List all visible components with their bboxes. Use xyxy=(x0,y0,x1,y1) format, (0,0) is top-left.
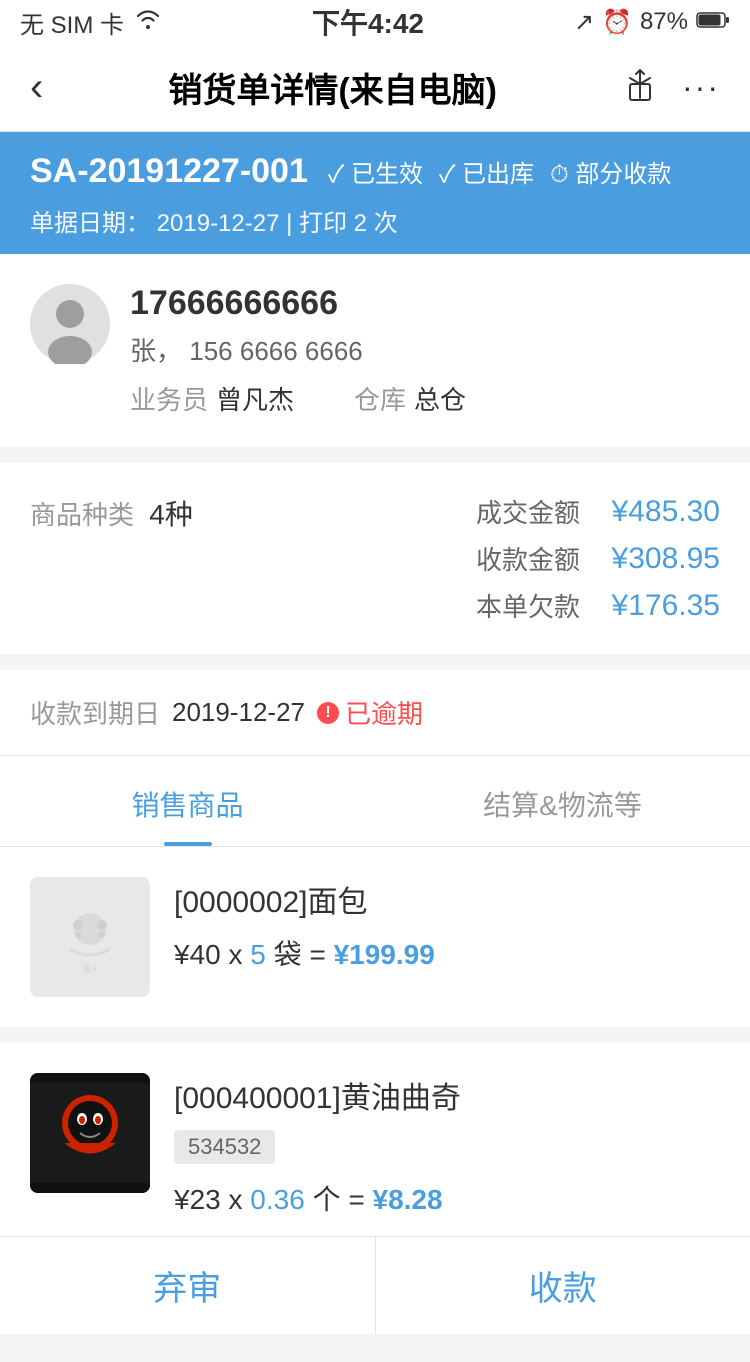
list-item: 鱼+ [0000002]面包 ¥40 x 5 袋 = ¥199.99 xyxy=(0,847,750,1027)
sales-rep-value: 曾凡杰 xyxy=(216,380,294,417)
tab-sales-products[interactable]: 销售商品 xyxy=(0,756,375,846)
due-date-value: 2019-12-27 xyxy=(172,697,305,728)
overdue-icon: ! xyxy=(317,702,339,724)
date-value: 2019-12-27 xyxy=(157,210,280,237)
summary-section: 商品种类 4种 成交金额 ¥485.30 收款金额 ¥308.95 本单欠款 ¥… xyxy=(0,463,750,654)
order-tags: ✓ 已生效 ✓ 已出库 ⏱ 部分收款 xyxy=(328,154,672,189)
product-qty-2: 0.36 xyxy=(250,1184,305,1215)
debt-row: 本单欠款 ¥176.35 xyxy=(476,587,720,624)
product-thumbnail-1: 鱼+ xyxy=(30,877,150,997)
product-badge-2: 534532 xyxy=(174,1130,275,1164)
more-icon[interactable]: ··· xyxy=(682,69,720,106)
product-info-1: [0000002]面包 ¥40 x 5 袋 = ¥199.99 xyxy=(174,877,720,973)
nav-actions: ··· xyxy=(622,66,720,109)
products-list: 鱼+ [0000002]面包 ¥40 x 5 袋 = ¥199.99 xyxy=(0,847,750,1248)
separator: | xyxy=(286,210,299,237)
product-total-2: ¥8.28 xyxy=(373,1184,443,1215)
svg-text:鱼+: 鱼+ xyxy=(82,962,98,975)
sales-rep: 业务员 曾凡杰 xyxy=(130,380,294,417)
customer-phone: 张， 156 6666 6666 xyxy=(130,331,720,368)
tag-shipped: ✓ 已出库 xyxy=(439,154,534,189)
due-date-label: 收款到期日 xyxy=(30,694,160,731)
customer-section: 17666666666 张， 156 6666 6666 业务员 曾凡杰 仓库 … xyxy=(0,254,750,447)
battery-level: 87% xyxy=(640,8,688,36)
received-amount-value: ¥308.95 xyxy=(600,542,720,576)
print-info: 打印 2 次 xyxy=(299,210,398,237)
product-name-1: [0000002]面包 xyxy=(174,877,720,921)
received-amount-label: 收款金额 xyxy=(476,540,580,577)
customer-meta: 业务员 曾凡杰 仓库 总仓 xyxy=(130,380,720,417)
debt-value: ¥176.35 xyxy=(600,589,720,623)
battery-icon xyxy=(696,8,730,36)
wifi-icon xyxy=(134,8,162,36)
page-title: 销货单详情(来自电脑) xyxy=(168,63,497,112)
product-tabs: 销售商品 结算&物流等 xyxy=(0,756,750,847)
order-id: SA-20191227-001 xyxy=(30,152,308,191)
customer-info: 17666666666 张， 156 6666 6666 业务员 曾凡杰 仓库 … xyxy=(130,284,720,417)
product-total-1: ¥199.99 xyxy=(334,939,435,970)
overdue-text: 已逾期 xyxy=(345,694,423,731)
debt-label: 本单欠款 xyxy=(476,587,580,624)
product-type-label: 商品种类 xyxy=(30,500,134,530)
product-type: 商品种类 4种 xyxy=(30,493,193,533)
status-time: 下午4:42 xyxy=(312,2,424,42)
warehouse-label: 仓库 xyxy=(354,380,406,417)
product-thumbnail-2 xyxy=(30,1073,150,1193)
received-amount-row: 收款金额 ¥308.95 xyxy=(476,540,720,577)
location-icon: ↗ xyxy=(574,8,594,37)
list-item: [000400001]黄油曲奇 534532 ¥23 x 0.36 个 = ¥8… xyxy=(0,1043,750,1248)
avatar xyxy=(30,284,110,364)
product-name-2: [000400001]黄油曲奇 xyxy=(174,1073,720,1117)
deal-amount-row: 成交金额 ¥485.30 xyxy=(476,493,720,530)
carrier-label: 无 SIM 卡 xyxy=(20,5,124,40)
product-type-value: 4种 xyxy=(149,499,193,530)
tag-effective: ✓ 已生效 xyxy=(328,154,423,189)
product-price-1: ¥40 x 5 袋 = ¥199.99 xyxy=(174,933,720,973)
product-info-2: [000400001]黄油曲奇 534532 ¥23 x 0.36 个 = ¥8… xyxy=(174,1073,720,1218)
customer-id: 17666666666 xyxy=(130,284,720,323)
amounts: 成交金额 ¥485.30 收款金额 ¥308.95 本单欠款 ¥176.35 xyxy=(476,493,720,624)
order-date: 单据日期： 2019-12-27 | 打印 2 次 xyxy=(30,203,720,238)
deal-amount-label: 成交金额 xyxy=(476,493,580,530)
alarm-icon: ⏰ xyxy=(602,8,632,37)
tab-settlement-logistics[interactable]: 结算&物流等 xyxy=(375,756,750,846)
product-price-2: ¥23 x 0.36 个 = ¥8.28 xyxy=(174,1178,720,1218)
deal-amount-value: ¥485.30 xyxy=(600,495,720,529)
overdue-badge: ! 已逾期 xyxy=(317,694,423,731)
share-icon[interactable] xyxy=(622,66,658,109)
product-qty-1: 5 xyxy=(250,939,266,970)
status-right: ↗ ⏰ 87% xyxy=(574,8,730,37)
status-bar: 无 SIM 卡 下午4:42 ↗ ⏰ 87% xyxy=(0,0,750,44)
warehouse: 仓库 总仓 xyxy=(354,380,466,417)
status-left: 无 SIM 卡 xyxy=(20,5,162,40)
nav-bar: ‹ 销货单详情(来自电脑) ··· xyxy=(0,44,750,132)
due-date-section: 收款到期日 2019-12-27 ! 已逾期 xyxy=(0,670,750,756)
warehouse-value: 总仓 xyxy=(414,380,466,417)
date-label: 单据日期： xyxy=(30,210,150,237)
bottom-action-bar: 弃审 收款 xyxy=(0,1236,750,1334)
collect-payment-button[interactable]: 收款 xyxy=(376,1237,750,1334)
sales-rep-label: 业务员 xyxy=(130,380,208,417)
cancel-review-button[interactable]: 弃审 xyxy=(0,1237,376,1334)
back-button[interactable]: ‹ xyxy=(30,65,43,110)
header-banner: SA-20191227-001 ✓ 已生效 ✓ 已出库 ⏱ 部分收款 单据日期：… xyxy=(0,132,750,254)
tag-partial-payment: ⏱ 部分收款 xyxy=(550,154,671,189)
